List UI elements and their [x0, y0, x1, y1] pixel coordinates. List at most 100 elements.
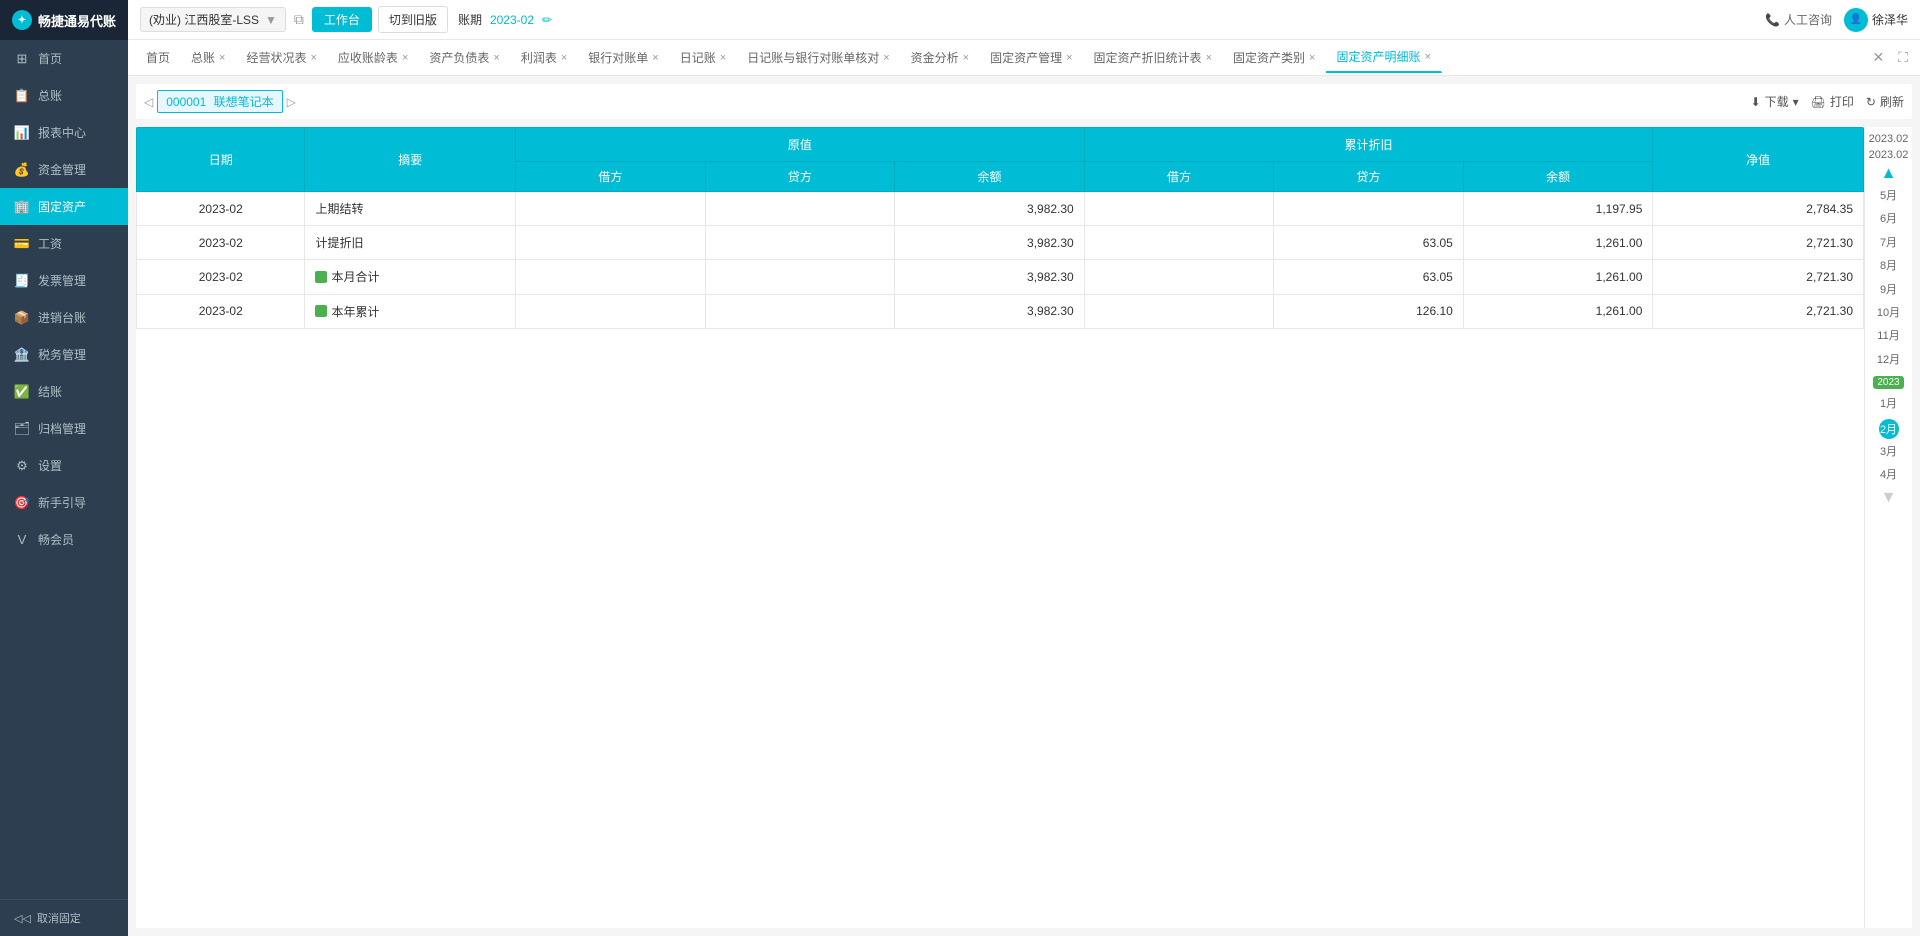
cell-orig-credit	[705, 294, 895, 329]
nav-prev-arrow[interactable]: ◁	[144, 95, 153, 109]
tab-bank-close[interactable]: ×	[652, 52, 658, 64]
sidebar-item-label: 总账	[38, 87, 62, 104]
timeline-month-3[interactable]: 3月	[1865, 441, 1912, 464]
sidebar-item-payroll[interactable]: 💳 工资	[0, 225, 128, 262]
col-depr-debit: 借方	[1084, 162, 1274, 192]
timeline-month-5[interactable]: 5月	[1865, 185, 1912, 208]
timeline-month-12[interactable]: 12月	[1865, 349, 1912, 372]
cell-orig-debit	[516, 294, 706, 329]
table-area: 日期 摘要 原值 累计折旧 净值 借方 贷方 余额 借方	[136, 127, 1912, 928]
timeline-down-arrow[interactable]: ▼	[1879, 487, 1899, 509]
col-orig-balance: 余额	[895, 162, 1085, 192]
tab-ledger[interactable]: 总账 ×	[181, 43, 236, 72]
tab-journal-close[interactable]: ×	[720, 52, 726, 64]
sidebar-item-funds[interactable]: 💰 资金管理	[0, 151, 128, 188]
tab-receivable-close[interactable]: ×	[402, 52, 408, 64]
asset-tab[interactable]: 000001 联想笔记本	[157, 90, 282, 113]
service-label: 人工咨询	[1784, 11, 1832, 28]
company-name: (劝业) 江西股室-LSS	[149, 11, 259, 28]
timeline-month-10[interactable]: 10月	[1865, 302, 1912, 325]
tab-balance-sheet[interactable]: 资产负债表 ×	[419, 43, 510, 72]
maximize-button[interactable]: ⛶	[1894, 47, 1912, 68]
tab-home[interactable]: 首页	[136, 43, 181, 72]
tab-receivable[interactable]: 应收账龄表 ×	[328, 43, 419, 72]
switch-version-button[interactable]: 切到旧版	[378, 6, 448, 33]
sub-navigation: ◁ 000001 联想笔记本 ▷ ⬇ 下载 ▾ 🖨 打印	[136, 84, 1912, 119]
tab-fixed-detail-close[interactable]: ×	[1424, 51, 1430, 63]
sidebar-item-sales[interactable]: 📦 进销台账	[0, 299, 128, 336]
sidebar-item-fixed-assets[interactable]: 🏢 固定资产	[0, 188, 128, 225]
sidebar-item-invoices[interactable]: 🧾 发票管理	[0, 262, 128, 299]
sidebar-item-guide[interactable]: 🎯 新手引导	[0, 484, 128, 521]
sidebar-item-settings[interactable]: ⚙ 设置	[0, 447, 128, 484]
sales-icon: 📦	[14, 310, 30, 326]
unpin-sidebar-button[interactable]: ◁◁ 取消固定	[0, 899, 128, 936]
timeline-month-6[interactable]: 6月	[1865, 208, 1912, 231]
tab-profit-close[interactable]: ×	[561, 52, 567, 64]
user-profile[interactable]: 👤 徐泽华	[1844, 8, 1908, 32]
close-all-tabs-button[interactable]: ✕	[1868, 47, 1888, 68]
timeline-month-9[interactable]: 9月	[1865, 279, 1912, 302]
tab-profit[interactable]: 利润表 ×	[511, 43, 578, 72]
col-accumulated-depr: 累计折旧	[1084, 128, 1653, 162]
tab-fixed-mgmt-label: 固定资产管理	[990, 49, 1062, 66]
sidebar-item-label: 首页	[38, 50, 62, 67]
sidebar-item-reports[interactable]: 📊 报表中心	[0, 114, 128, 151]
period-edit-icon[interactable]: ✏	[542, 13, 552, 27]
sidebar-item-label: 报表中心	[38, 124, 86, 141]
nav-next-arrow[interactable]: ▷	[287, 95, 296, 109]
tab-mgmt-status[interactable]: 经营状况表 ×	[236, 43, 327, 72]
cell-depr-balance: 1,261.00	[1463, 294, 1653, 329]
tab-fixed-type-label: 固定资产类别	[1233, 49, 1305, 66]
asset-name: 联想笔记本	[214, 95, 274, 109]
cell-depr-debit	[1084, 260, 1274, 295]
topbar-right: 📞 人工咨询 👤 徐泽华	[1765, 8, 1908, 32]
tab-journal[interactable]: 日记账 ×	[670, 43, 737, 72]
tab-fixed-depr-close[interactable]: ×	[1206, 52, 1212, 64]
timeline-month-7[interactable]: 7月	[1865, 232, 1912, 255]
timeline-month-1[interactable]: 1月	[1865, 393, 1912, 416]
timeline-current-month[interactable]: 2月	[1879, 419, 1899, 439]
copy-icon[interactable]: ⧉	[294, 11, 304, 28]
tab-bank-check-close[interactable]: ×	[883, 52, 889, 64]
workbench-button[interactable]: 工作台	[312, 7, 372, 32]
tab-ledger-close[interactable]: ×	[219, 52, 225, 64]
print-button[interactable]: 🖨 打印	[1811, 93, 1854, 110]
fixed-asset-detail-table: 日期 摘要 原值 累计折旧 净值 借方 贷方 余额 借方	[136, 127, 1864, 329]
timeline-month-8[interactable]: 8月	[1865, 255, 1912, 278]
tab-fixed-mgmt-close[interactable]: ×	[1066, 52, 1072, 64]
sidebar-item-vip[interactable]: V 畅会员	[0, 521, 128, 558]
tab-fixed-type-close[interactable]: ×	[1309, 52, 1315, 64]
tab-balance-close[interactable]: ×	[493, 52, 499, 64]
tab-fixed-detail[interactable]: 固定资产明细账 ×	[1326, 42, 1441, 73]
tab-fund-close[interactable]: ×	[963, 52, 969, 64]
download-button[interactable]: ⬇ 下载 ▾	[1751, 93, 1799, 110]
timeline-up-arrow[interactable]: ▲	[1879, 163, 1899, 185]
company-selector[interactable]: (劝业) 江西股室-LSS ▼	[140, 7, 286, 32]
sidebar-item-archive[interactable]: 🗂 归档管理	[0, 410, 128, 447]
timeline-current-month-wrapper[interactable]: 2月	[1877, 417, 1901, 441]
reports-icon: 📊	[14, 125, 30, 141]
timeline-panel: 2023.02 2023.02 ▲ 5月 6月 7月 8月 9月 10月 11月…	[1864, 127, 1912, 928]
period-value: 2023-02	[490, 13, 534, 27]
timeline-month-11[interactable]: 11月	[1865, 325, 1912, 348]
settings-icon: ⚙	[14, 458, 30, 474]
period-label: 账期	[458, 11, 482, 28]
tab-mgmt-close[interactable]: ×	[310, 52, 316, 64]
tab-bank-stmt[interactable]: 银行对账单 ×	[578, 43, 669, 72]
sidebar-item-settlement[interactable]: ✅ 结账	[0, 373, 128, 410]
sidebar-item-ledger[interactable]: 📋 总账	[0, 77, 128, 114]
tab-profit-label: 利润表	[521, 49, 557, 66]
tab-fixed-type[interactable]: 固定资产类别 ×	[1223, 43, 1326, 72]
customer-service[interactable]: 📞 人工咨询	[1765, 11, 1832, 28]
sidebar-item-home[interactable]: ⊞ 首页	[0, 40, 128, 77]
timeline-month-4[interactable]: 4月	[1865, 464, 1912, 487]
tab-fixed-depr[interactable]: 固定资产折旧统计表 ×	[1084, 43, 1223, 72]
tab-bank-check[interactable]: 日记账与银行对账单核对 ×	[737, 43, 900, 72]
refresh-button[interactable]: ↻ 刷新	[1866, 93, 1904, 110]
tab-fixed-mgmt[interactable]: 固定资产管理 ×	[980, 43, 1083, 72]
table-row: 2023-02 本年累计 3,982.30 126.10 1,261.00 2,…	[137, 294, 1864, 329]
sidebar-item-tax[interactable]: 🏦 税务管理	[0, 336, 128, 373]
tab-fund-analysis[interactable]: 资金分析 ×	[901, 43, 980, 72]
sidebar: ✦ 畅捷通易代账 ⊞ 首页 📋 总账 📊 报表中心 💰 资金管理 🏢 固定资产 …	[0, 0, 128, 936]
